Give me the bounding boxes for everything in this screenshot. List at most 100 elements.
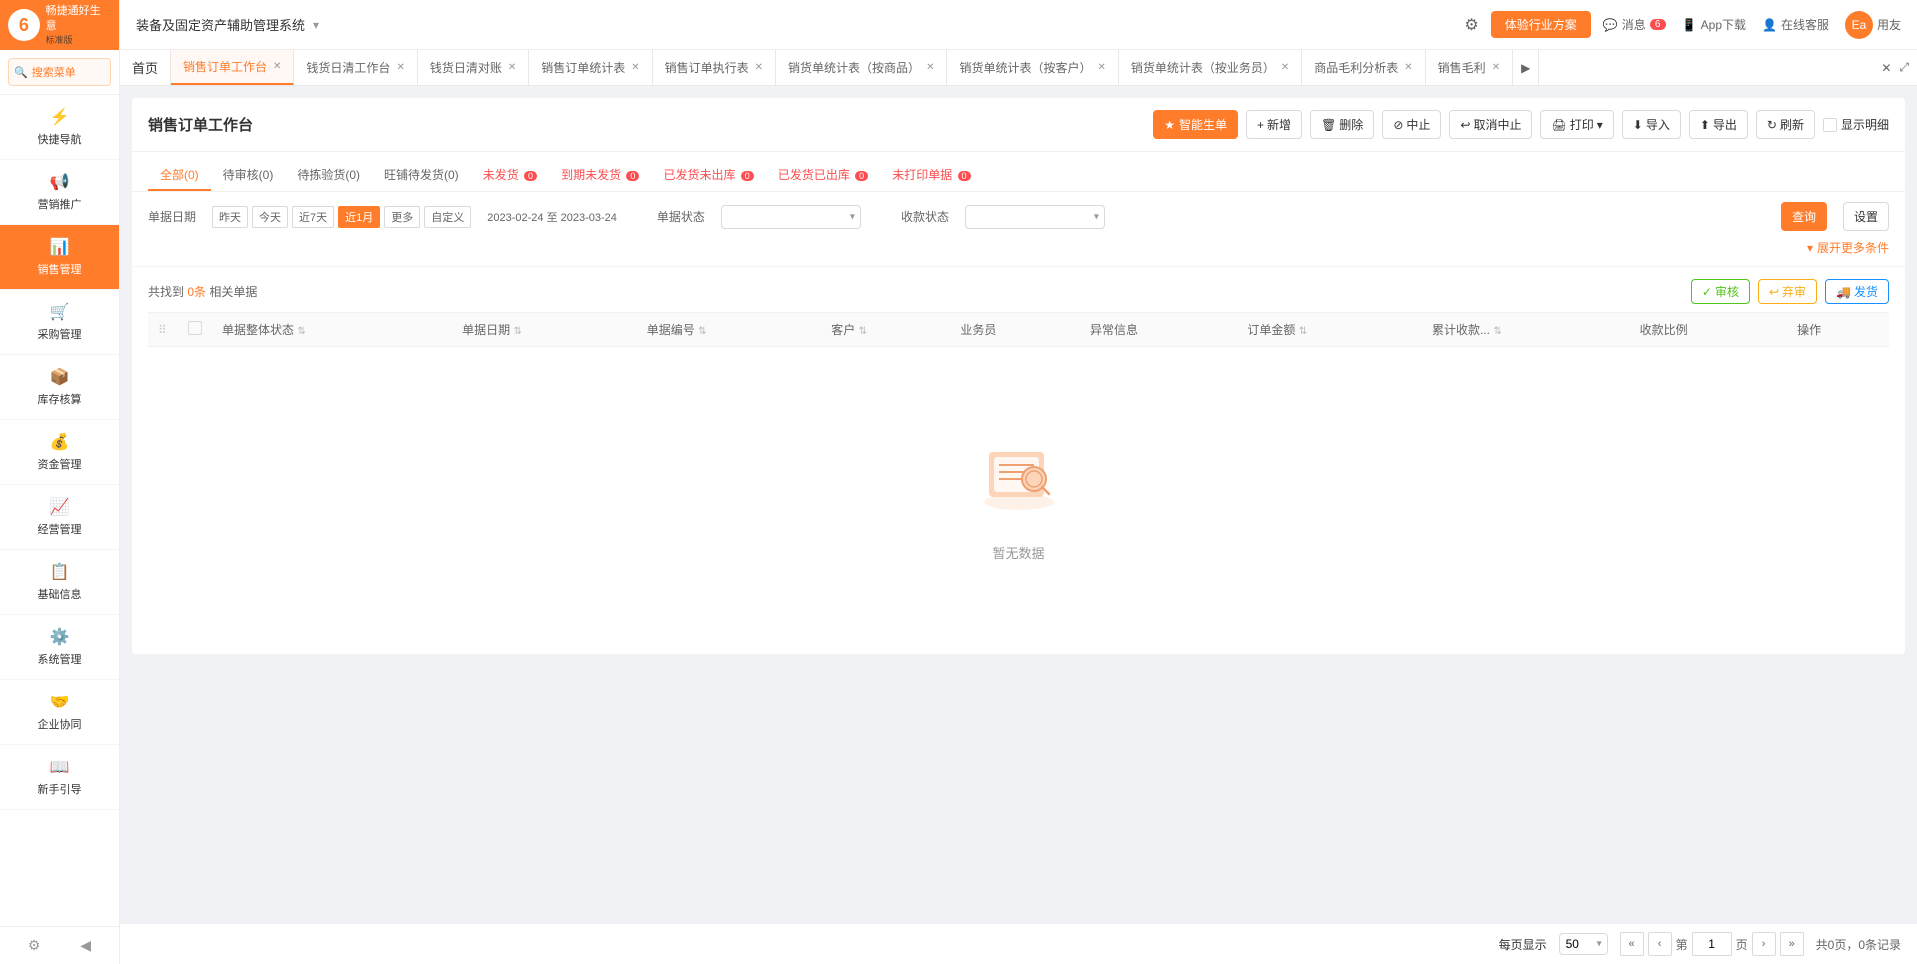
page-first-button[interactable]: « [1620, 932, 1644, 956]
ship-button[interactable]: 🚚 发货 [1825, 279, 1889, 304]
tab-close-icon[interactable]: ✕ [926, 62, 934, 73]
tab-sales-exec[interactable]: 销售订单执行表 ✕ [653, 50, 776, 85]
import-button[interactable]: ⬇ 导入 [1622, 110, 1681, 139]
date-btn-today[interactable]: 今天 [252, 206, 288, 228]
user-profile[interactable]: Ea 用友 [1845, 11, 1901, 39]
status-select[interactable] [721, 205, 861, 229]
delete-button[interactable]: 🗑 删除 [1310, 110, 1374, 139]
topbar-settings-icon[interactable]: ⚙ [1464, 15, 1478, 35]
tab-close-icon[interactable]: ✕ [1281, 62, 1289, 73]
tab-close-icon[interactable]: ✕ [755, 62, 763, 73]
home-tab-label: 首页 [132, 58, 158, 77]
tab-sales-summary-customer[interactable]: 销货单统计表（按客户） ✕ [947, 50, 1118, 85]
inventory-icon: 📦 [50, 367, 70, 387]
search-menu-button[interactable]: 🔍 搜索菜单 [8, 58, 111, 86]
sub-tab-shipped-out[interactable]: 已发货已出库 0 [766, 160, 880, 191]
sub-tab-unprinted[interactable]: 未打印单据 0 [880, 160, 982, 191]
sidebar-item-label: 销售管理 [38, 261, 82, 277]
message-button[interactable]: 💬 消息 6 [1603, 16, 1666, 33]
tab-sales-order[interactable]: 销售订单工作台 ✕ [171, 50, 294, 85]
th-checkbox[interactable] [178, 313, 212, 347]
tab-close-icon[interactable]: ✕ [273, 61, 281, 72]
new-button[interactable]: + 新增 [1246, 110, 1302, 139]
tab-sales-profit[interactable]: 销售毛利 ✕ [1426, 50, 1513, 85]
query-button[interactable]: 查询 [1781, 202, 1827, 231]
sort-icon: ⇅ [698, 326, 706, 337]
date-btn-more[interactable]: 更多 [384, 206, 420, 228]
show-detail-checkbox[interactable] [1823, 118, 1837, 132]
audit-button[interactable]: ✓ 审核 [1691, 279, 1750, 304]
collapse-icon[interactable]: ◀ [80, 937, 91, 954]
smart-create-button[interactable]: ★ 智能生单 [1153, 110, 1238, 139]
settings-icon[interactable]: ⚙ [28, 937, 41, 954]
tab-close-icon[interactable]: ✕ [631, 62, 639, 73]
tabs-close-all-icon[interactable]: ✕ [1881, 61, 1891, 75]
page-next-button[interactable]: › [1752, 932, 1776, 956]
payment-select[interactable] [965, 205, 1105, 229]
sub-tab-all[interactable]: 全部(0) [148, 160, 211, 191]
tab-cash-daily[interactable]: 钱货日清工作台 ✕ [294, 50, 417, 85]
tab-close-icon[interactable]: ✕ [1404, 62, 1412, 73]
date-btn-custom[interactable]: 自定义 [424, 206, 471, 228]
sub-tab-pending-review[interactable]: 待审核(0) [211, 160, 286, 191]
sidebar-item-purchase[interactable]: 🛒 采购管理 [0, 290, 119, 355]
tab-close-icon[interactable]: ✕ [1097, 62, 1105, 73]
tab-sales-stats[interactable]: 销售订单统计表 ✕ [529, 50, 652, 85]
tabs-more-button[interactable]: ▶ [1513, 50, 1539, 85]
filter-area: 单据日期 昨天 今天 近7天 近1月 更多 自定义 2023-02-24 至 2… [132, 192, 1905, 267]
sidebar-item-guide[interactable]: 📖 新手引导 [0, 745, 119, 810]
sub-tab-shipped-not-out[interactable]: 已发货未出库 0 [651, 160, 765, 191]
sub-tab-unshipped[interactable]: 未发货 0 [471, 160, 549, 191]
th-amount[interactable]: 订单金额 ⇅ [1237, 313, 1422, 347]
page-prev-button[interactable]: ‹ [1648, 932, 1672, 956]
tab-home[interactable]: 首页 [120, 50, 171, 85]
online-service-button[interactable]: 👤 在线客服 [1762, 16, 1829, 33]
th-date[interactable]: 单据日期 ⇅ [452, 313, 637, 347]
sub-tab-wangpu-ship[interactable]: 旺铺待发货(0) [372, 160, 471, 191]
unaudit-button[interactable]: ↩ 弃审 [1758, 279, 1817, 304]
stop-button[interactable]: ⊘ 中止 [1382, 110, 1441, 139]
sidebar-item-inventory[interactable]: 📦 库存核算 [0, 355, 119, 420]
settings-button[interactable]: 设置 [1843, 202, 1889, 231]
page-last-button[interactable]: » [1780, 932, 1804, 956]
th-number[interactable]: 单据编号 ⇅ [637, 313, 822, 347]
export-button[interactable]: ⬆ 导出 [1689, 110, 1748, 139]
tab-sales-summary-product[interactable]: 销货单统计表（按商品） ✕ [776, 50, 947, 85]
tab-close-icon[interactable]: ✕ [508, 62, 516, 73]
tab-product-margin[interactable]: 商品毛利分析表 ✕ [1302, 50, 1425, 85]
th-customer[interactable]: 客户 ⇅ [821, 313, 950, 347]
th-collected[interactable]: 累计收款... ⇅ [1422, 313, 1630, 347]
sub-tab-expired-unshipped[interactable]: 到期未发货 0 [549, 160, 651, 191]
sidebar-item-system[interactable]: ⚙️ 系统管理 [0, 615, 119, 680]
print-button[interactable]: 🖨 打印 ▾ [1540, 110, 1613, 139]
tab-close-icon[interactable]: ✕ [396, 62, 404, 73]
sidebar-item-marketing[interactable]: 📢 营销推广 [0, 160, 119, 225]
empty-icon [969, 427, 1069, 527]
solution-button[interactable]: 体验行业方案 [1491, 11, 1591, 38]
sidebar-item-basic[interactable]: 📋 基础信息 [0, 550, 119, 615]
expand-more-button[interactable]: ▾ 展开更多条件 [1807, 239, 1889, 256]
message-icon: 💬 [1603, 18, 1618, 32]
page-size-select[interactable]: 20 50 100 [1559, 933, 1608, 955]
sidebar-item-enterprise[interactable]: 🤝 企业协同 [0, 680, 119, 745]
date-btn-7days[interactable]: 近7天 [292, 206, 334, 228]
th-operation: 操作 [1787, 313, 1889, 347]
date-btn-yesterday[interactable]: 昨天 [212, 206, 248, 228]
sidebar-item-sales[interactable]: 📊 销售管理 [0, 225, 119, 290]
app-download-button[interactable]: 📱 App下载 [1682, 16, 1746, 33]
select-all-checkbox[interactable] [188, 321, 202, 335]
tabs-expand-icon[interactable]: ⤢ [1899, 60, 1909, 75]
cancel-stop-button[interactable]: ↩ 取消中止 [1449, 110, 1532, 139]
tab-close-icon[interactable]: ✕ [1492, 62, 1500, 73]
sidebar-item-finance[interactable]: 💰 资金管理 [0, 420, 119, 485]
topbar-expand-icon[interactable]: ▾ [313, 18, 319, 32]
sub-tab-pending-inspect[interactable]: 待拣验货(0) [285, 160, 372, 191]
page-number-input[interactable] [1692, 932, 1732, 956]
tab-sales-summary-staff[interactable]: 销货单统计表（按业务员） ✕ [1119, 50, 1302, 85]
th-status[interactable]: 单据整体状态 ⇅ [212, 313, 452, 347]
tab-cash-reconcile[interactable]: 钱货日清对账 ✕ [418, 50, 529, 85]
refresh-button[interactable]: ↻ 刷新 [1756, 110, 1815, 139]
sidebar-item-quick-nav[interactable]: ⚡ 快捷导航 [0, 95, 119, 160]
date-btn-1month[interactable]: 近1月 [338, 206, 380, 228]
sidebar-item-operations[interactable]: 📈 经营管理 [0, 485, 119, 550]
